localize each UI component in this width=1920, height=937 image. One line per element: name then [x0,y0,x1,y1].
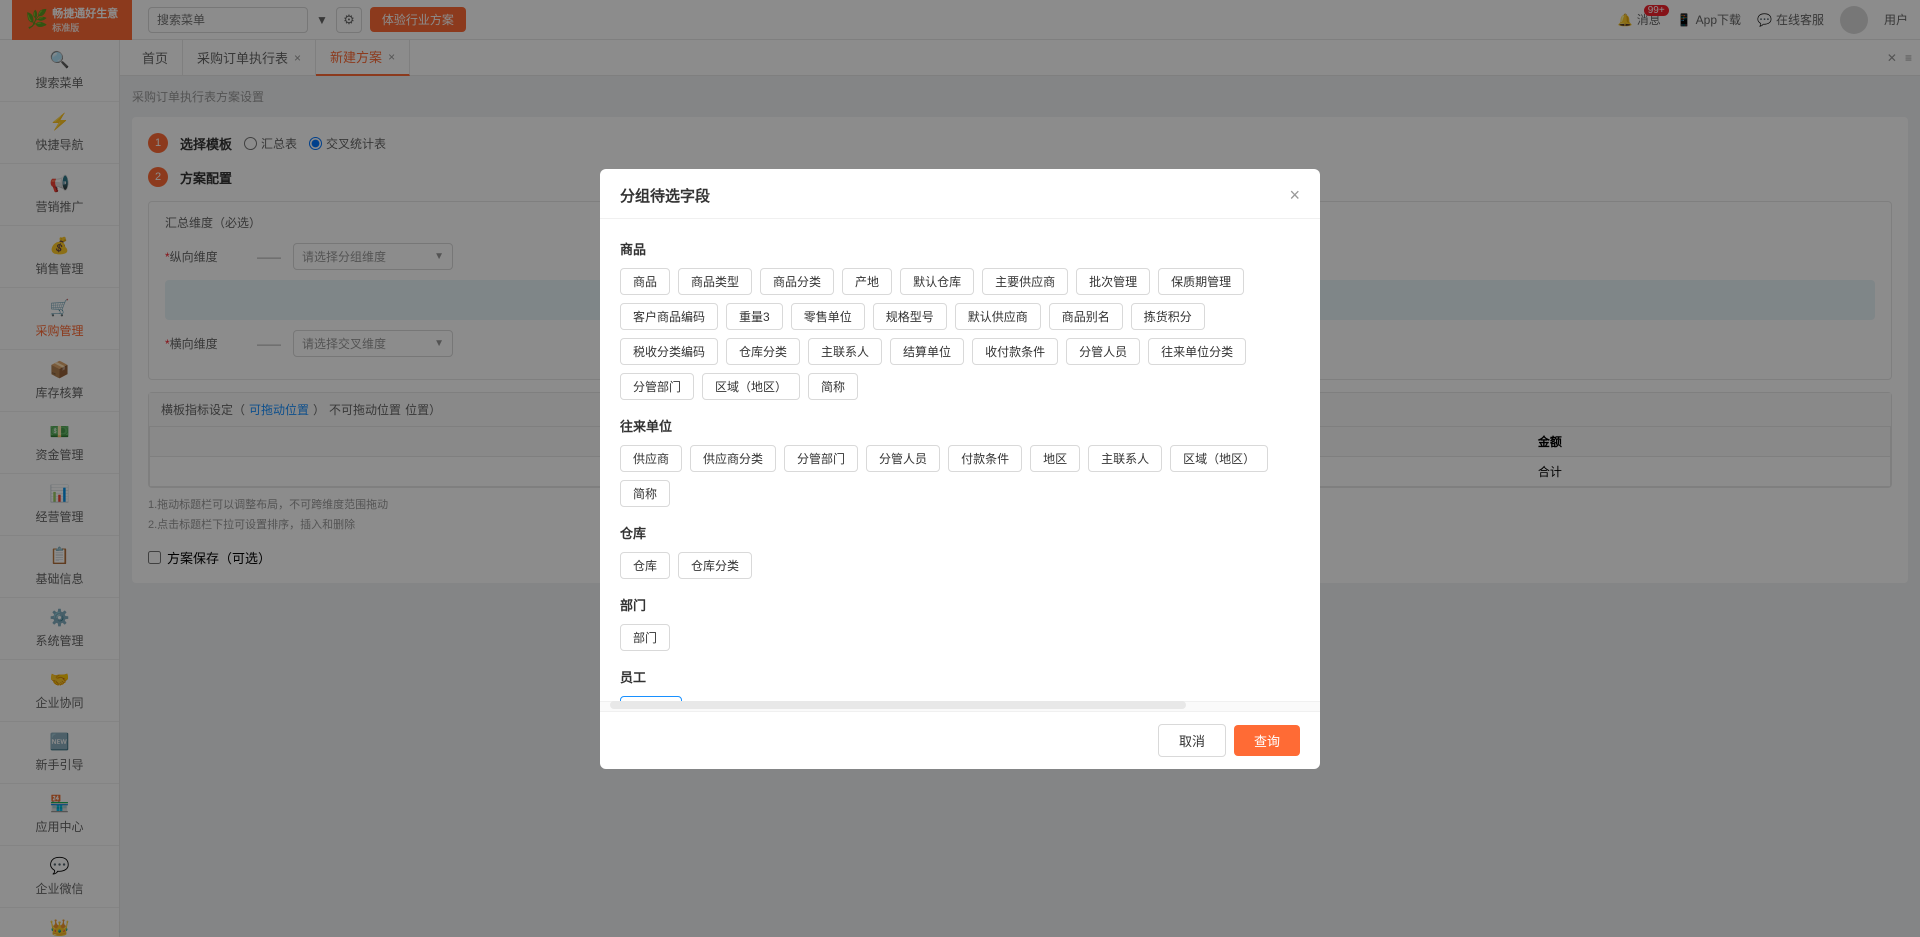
field-tag[interactable]: 拣货积分 [1131,303,1205,330]
field-tag[interactable]: 供应商 [620,445,682,472]
field-tag[interactable]: 仓库分类 [726,338,800,365]
field-tag[interactable]: 税收分类编码 [620,338,718,365]
field-tag[interactable]: 仓库分类 [678,552,752,579]
field-tag[interactable]: 区域（地区） [702,373,800,400]
field-tag[interactable]: 批次管理 [1076,268,1150,295]
modal-confirm-button[interactable]: 查询 [1234,725,1300,756]
section-title-dept: 部门 [620,595,1300,614]
field-tag[interactable]: 主要供应商 [982,268,1068,295]
field-tag[interactable]: 默认供应商 [955,303,1041,330]
field-tag[interactable]: 结算单位 [890,338,964,365]
field-tag[interactable]: 地区 [1030,445,1080,472]
field-tag[interactable]: 商品 [620,268,670,295]
field-tag[interactable]: 主联系人 [1088,445,1162,472]
field-tag[interactable]: 重量3 [726,303,783,330]
modal-title: 分组待选字段 [620,185,710,206]
field-group-goods: 商品 商品类型 商品分类 产地 默认仓库 主要供应商 批次管理 保质期管理 客户… [620,268,1300,400]
field-tag[interactable]: 产地 [842,268,892,295]
modal-overlay: 分组待选字段 × 商品 商品 商品类型 商品分类 产地 默认仓库 主要供应商 批… [0,0,1920,937]
field-group-partner: 供应商 供应商分类 分管部门 分管人员 付款条件 地区 主联系人 区域（地区） … [620,445,1300,507]
field-tag[interactable]: 主联系人 [808,338,882,365]
field-tag[interactable]: 零售单位 [791,303,865,330]
section-title-staff: 员工 [620,667,1300,686]
section-title-warehouse: 仓库 [620,523,1300,542]
modal-cancel-button[interactable]: 取消 [1158,724,1226,757]
section-title-partner: 往来单位 [620,416,1300,435]
modal-body[interactable]: 商品 商品 商品类型 商品分类 产地 默认仓库 主要供应商 批次管理 保质期管理… [600,219,1320,702]
field-tag[interactable]: 简称 [808,373,858,400]
modal-header: 分组待选字段 × [600,169,1320,219]
field-tag[interactable]: 供应商分类 [690,445,776,472]
field-tag[interactable]: 保质期管理 [1158,268,1244,295]
field-tag[interactable]: 商品类型 [678,268,752,295]
modal-close-button[interactable]: × [1289,185,1300,206]
field-tag[interactable]: 规格型号 [873,303,947,330]
field-tag[interactable]: 往来单位分类 [1148,338,1246,365]
field-tag[interactable]: 收付款条件 [972,338,1058,365]
field-tag[interactable]: 商品别名 [1049,303,1123,330]
field-tag[interactable]: 商品分类 [760,268,834,295]
field-tag[interactable]: 仓库 [620,552,670,579]
modal-dialog: 分组待选字段 × 商品 商品 商品类型 商品分类 产地 默认仓库 主要供应商 批… [600,169,1320,769]
field-tag[interactable]: 客户商品编码 [620,303,718,330]
field-tag[interactable]: 分管人员 [866,445,940,472]
field-tag[interactable]: 默认仓库 [900,268,974,295]
field-tag[interactable]: 区域（地区） [1170,445,1268,472]
section-title-goods: 商品 [620,239,1300,258]
field-group-warehouse: 仓库 仓库分类 [620,552,1300,579]
field-tag[interactable]: 简称 [620,480,670,507]
field-group-dept: 部门 [620,624,1300,651]
field-tag[interactable]: 部门 [620,624,670,651]
field-tag[interactable]: 付款条件 [948,445,1022,472]
field-tag[interactable]: 分管部门 [784,445,858,472]
modal-footer: 取消 查询 [600,711,1320,769]
field-tag[interactable]: 分管部门 [620,373,694,400]
field-tag[interactable]: 分管人员 [1066,338,1140,365]
modal-hscroll[interactable] [600,701,1320,710]
